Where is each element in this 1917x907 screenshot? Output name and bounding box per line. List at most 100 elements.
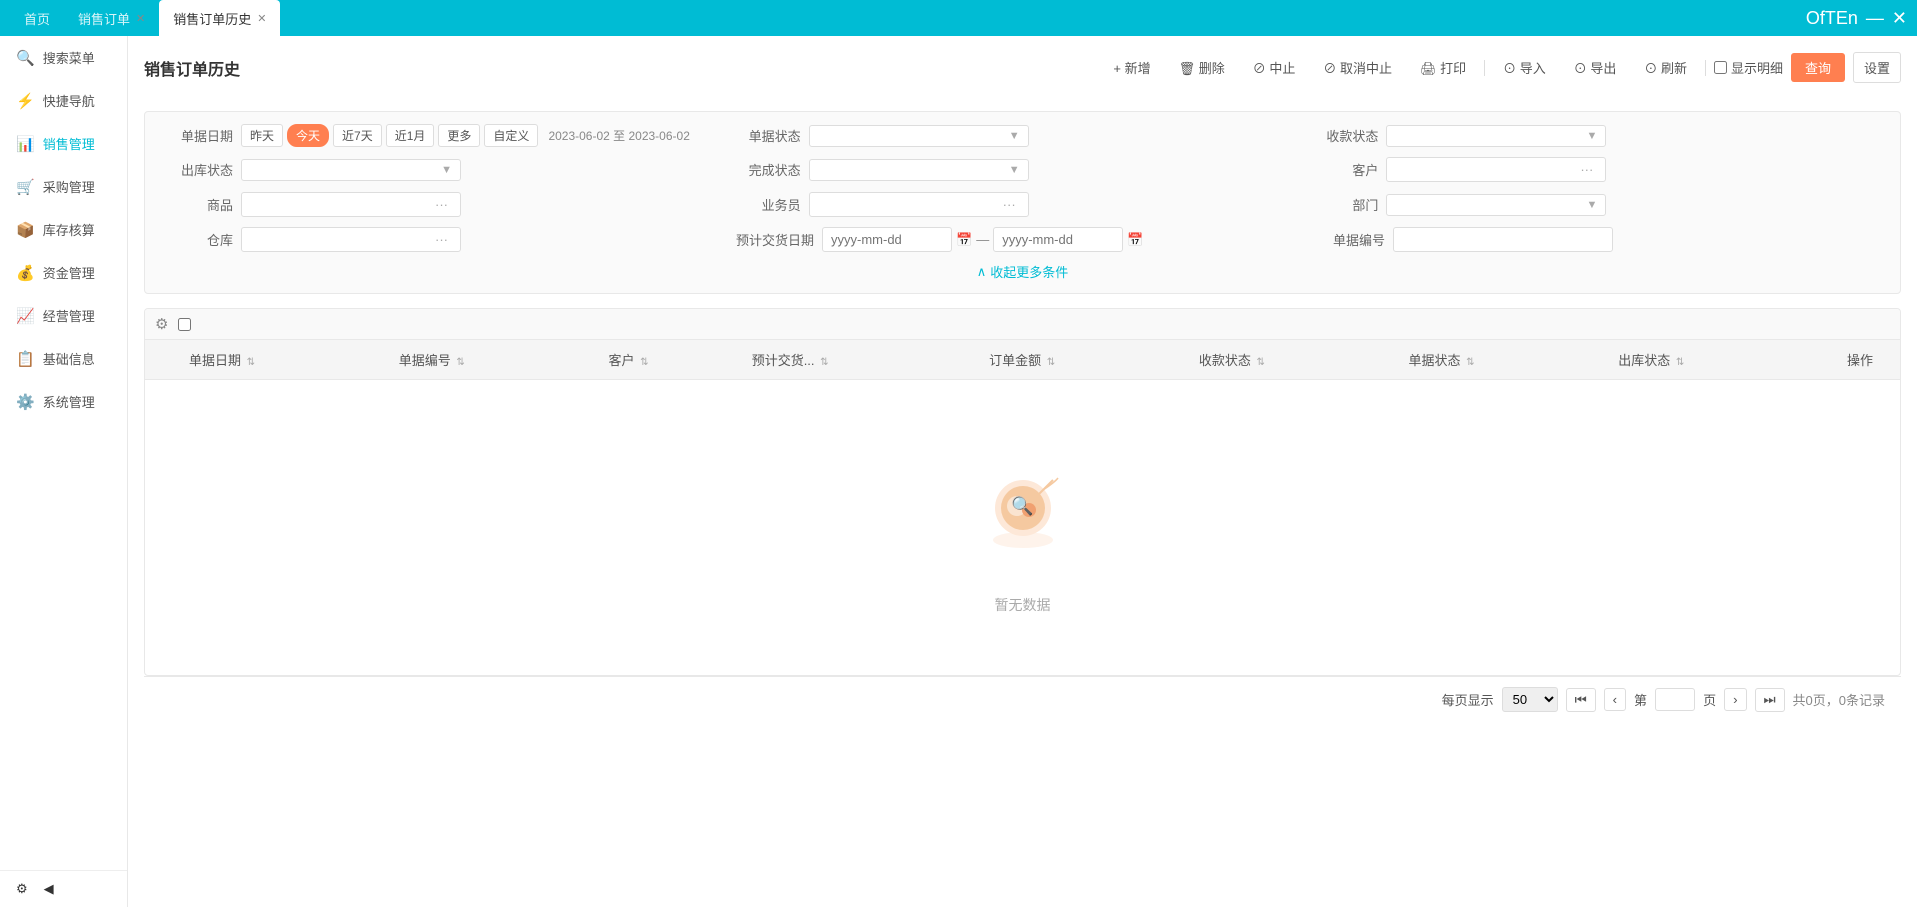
export-button[interactable]: ⊙ 导出 bbox=[1564, 53, 1627, 82]
customer-select[interactable]: ··· bbox=[1386, 157, 1606, 182]
sidebar-quick-nav-label: 快捷导航 bbox=[43, 91, 95, 110]
salesperson-control: ··· bbox=[809, 192, 1307, 217]
print-button[interactable]: 🖨 打印 bbox=[1410, 53, 1476, 82]
goods-select[interactable]: ··· bbox=[241, 192, 461, 217]
page-size-label: 每页显示 bbox=[1442, 690, 1494, 709]
th-customer[interactable]: 客户 ⇅ bbox=[600, 340, 743, 380]
th-stock-status[interactable]: 出库状态 ⇅ bbox=[1610, 340, 1820, 380]
import-button[interactable]: ⊙ 导入 bbox=[1493, 53, 1556, 82]
delivery-date-end-input[interactable] bbox=[993, 227, 1123, 252]
complete-status-arrow: ▼ bbox=[1009, 164, 1020, 176]
filter-row-2: 出库状态 ▼ 完成状态 ▼ 客户 bbox=[161, 157, 1884, 182]
sidebar-settings-icon[interactable]: ⚙ bbox=[16, 881, 28, 897]
page-size-select[interactable]: 50 20 100 200 bbox=[1502, 687, 1558, 712]
sidebar-item-inventory[interactable]: 📦 库存核算 bbox=[0, 208, 127, 251]
date-btn-custom[interactable]: 自定义 bbox=[484, 124, 538, 147]
salesperson-select[interactable]: ··· bbox=[809, 192, 1029, 217]
salesperson-dots[interactable]: ··· bbox=[999, 197, 1020, 212]
tab-sales-order-close[interactable]: ✕ bbox=[136, 12, 145, 25]
sidebar-item-finance[interactable]: 💰 资金管理 bbox=[0, 251, 127, 294]
customer-control: ··· bbox=[1386, 157, 1884, 182]
th-select bbox=[145, 340, 181, 380]
th-no[interactable]: 单据编号 ⇅ bbox=[391, 340, 601, 380]
toolbar-divider2 bbox=[1705, 60, 1706, 76]
sidebar-item-quick-nav[interactable]: ⚡ 快捷导航 bbox=[0, 79, 127, 122]
sidebar-item-sales-mgmt[interactable]: 📊 销售管理 bbox=[0, 122, 127, 165]
sidebar-item-purchase-mgmt[interactable]: 🛒 采购管理 bbox=[0, 165, 127, 208]
th-receipt-status[interactable]: 收款状态 ⇅ bbox=[1191, 340, 1401, 380]
warehouse-dots[interactable]: ··· bbox=[431, 232, 452, 247]
complete-status-select[interactable]: ▼ bbox=[809, 159, 1029, 181]
th-delivery[interactable]: 预计交货... ⇅ bbox=[744, 340, 981, 380]
page-label: 第 bbox=[1634, 690, 1647, 709]
stock-status-select[interactable]: ▼ bbox=[241, 159, 461, 181]
last-page-btn[interactable]: ⏭ bbox=[1755, 688, 1785, 712]
calendar-start-icon[interactable]: 📅 bbox=[956, 232, 972, 248]
date-btn-yesterday[interactable]: 昨天 bbox=[241, 124, 283, 147]
top-bar: 首页 销售订单 ✕ 销售订单历史 ✕ OfTEn — ✕ bbox=[0, 0, 1917, 36]
cancel-stop-button[interactable]: ⊘ 取消中止 bbox=[1313, 53, 1402, 82]
date-btn-7days[interactable]: 近7天 bbox=[333, 124, 382, 147]
first-page-btn[interactable]: ⏮ bbox=[1566, 688, 1596, 712]
th-bill-status[interactable]: 单据状态 ⇅ bbox=[1401, 340, 1611, 380]
sidebar-item-basic-info[interactable]: 📋 基础信息 bbox=[0, 337, 127, 380]
collapse-row: ∧ 收起更多条件 bbox=[161, 262, 1884, 281]
th-amount[interactable]: 订单金额 ⇅ bbox=[981, 340, 1191, 380]
close-btn[interactable]: ✕ bbox=[1892, 8, 1907, 29]
tab-sales-history[interactable]: 销售订单历史 ✕ bbox=[159, 0, 280, 36]
filter-row-3: 商品 ··· 业务员 ··· 部门 bbox=[161, 192, 1884, 217]
sidebar-item-operation[interactable]: 📈 经营管理 bbox=[0, 294, 127, 337]
sidebar-item-sys-mgmt[interactable]: ⚙️ 系统管理 bbox=[0, 380, 127, 423]
select-all-checkbox[interactable] bbox=[178, 318, 191, 331]
sidebar-purchase-mgmt-label: 采购管理 bbox=[43, 177, 95, 196]
customer-dots[interactable]: ··· bbox=[1576, 162, 1597, 177]
date-filter-control: 昨天 今天 近7天 近1月 更多 自定义 2023-06-02 至 2023-0… bbox=[241, 124, 739, 147]
show-detail-input[interactable] bbox=[1714, 61, 1727, 74]
tab-home[interactable]: 首页 bbox=[10, 0, 64, 36]
sidebar-item-search-menu[interactable]: 🔍 搜索菜单 bbox=[0, 36, 127, 79]
warehouse-label: 仓库 bbox=[161, 230, 241, 249]
toolbar-divider bbox=[1484, 60, 1485, 76]
bill-no-input[interactable] bbox=[1393, 227, 1613, 252]
date-btn-more[interactable]: 更多 bbox=[438, 124, 480, 147]
collapse-label[interactable]: 收起更多条件 bbox=[990, 262, 1068, 281]
sidebar-inventory-label: 库存核算 bbox=[43, 220, 95, 239]
th-date[interactable]: 单据日期 ⇅ bbox=[181, 340, 391, 380]
date-btn-1month[interactable]: 近1月 bbox=[386, 124, 435, 147]
sort-date-icon: ⇅ bbox=[247, 357, 255, 368]
tab-sales-history-close[interactable]: ✕ bbox=[257, 12, 266, 25]
dept-select[interactable]: ▼ bbox=[1386, 194, 1606, 216]
receipt-status-select[interactable]: ▼ bbox=[1386, 125, 1606, 147]
prev-page-btn[interactable]: ‹ bbox=[1604, 688, 1626, 711]
minimize-btn[interactable]: — bbox=[1866, 8, 1884, 29]
table-toolbar: ⚙ bbox=[145, 309, 1900, 340]
pagination: 每页显示 50 20 100 200 ⏮ ‹ 第 1 页 › ⏭ 共0页，0条记… bbox=[144, 676, 1901, 722]
show-detail-label: 显示明细 bbox=[1731, 58, 1783, 77]
bill-status-select[interactable]: ▼ bbox=[809, 125, 1029, 147]
delivery-date-start-input[interactable] bbox=[822, 227, 952, 252]
delete-button[interactable]: 🗑 删除 bbox=[1169, 53, 1235, 82]
sidebar-collapse-icon[interactable]: ◀ bbox=[44, 881, 54, 897]
next-page-btn[interactable]: › bbox=[1724, 688, 1746, 711]
calendar-end-icon[interactable]: 📅 bbox=[1127, 232, 1143, 248]
stop-button[interactable]: ⊘ 中止 bbox=[1243, 53, 1306, 82]
tab-sales-order[interactable]: 销售订单 ✕ bbox=[64, 0, 159, 36]
collapse-up-icon: ∧ bbox=[977, 264, 987, 280]
sys-mgmt-icon: ⚙️ bbox=[16, 393, 35, 411]
sort-no-icon: ⇅ bbox=[456, 357, 464, 368]
page-input[interactable]: 1 bbox=[1655, 688, 1695, 711]
date-btn-today[interactable]: 今天 bbox=[287, 124, 329, 147]
table-settings-icon[interactable]: ⚙ bbox=[155, 315, 168, 333]
refresh-button[interactable]: ⊙ 刷新 bbox=[1634, 53, 1697, 82]
dept-control: ▼ bbox=[1386, 194, 1884, 216]
settings-button[interactable]: 设置 bbox=[1853, 52, 1901, 83]
receipt-status-control: ▼ bbox=[1386, 125, 1884, 147]
new-button[interactable]: + 新增 bbox=[1103, 53, 1160, 82]
warehouse-select[interactable]: ··· bbox=[241, 227, 461, 252]
sidebar-sales-mgmt-label: 销售管理 bbox=[43, 134, 95, 153]
query-button[interactable]: 查询 bbox=[1791, 53, 1845, 82]
sort-receipt-icon: ⇅ bbox=[1256, 357, 1264, 368]
show-detail-checkbox[interactable]: 显示明细 bbox=[1714, 58, 1783, 77]
goods-dots[interactable]: ··· bbox=[431, 197, 452, 212]
stock-status-arrow: ▼ bbox=[441, 164, 452, 176]
